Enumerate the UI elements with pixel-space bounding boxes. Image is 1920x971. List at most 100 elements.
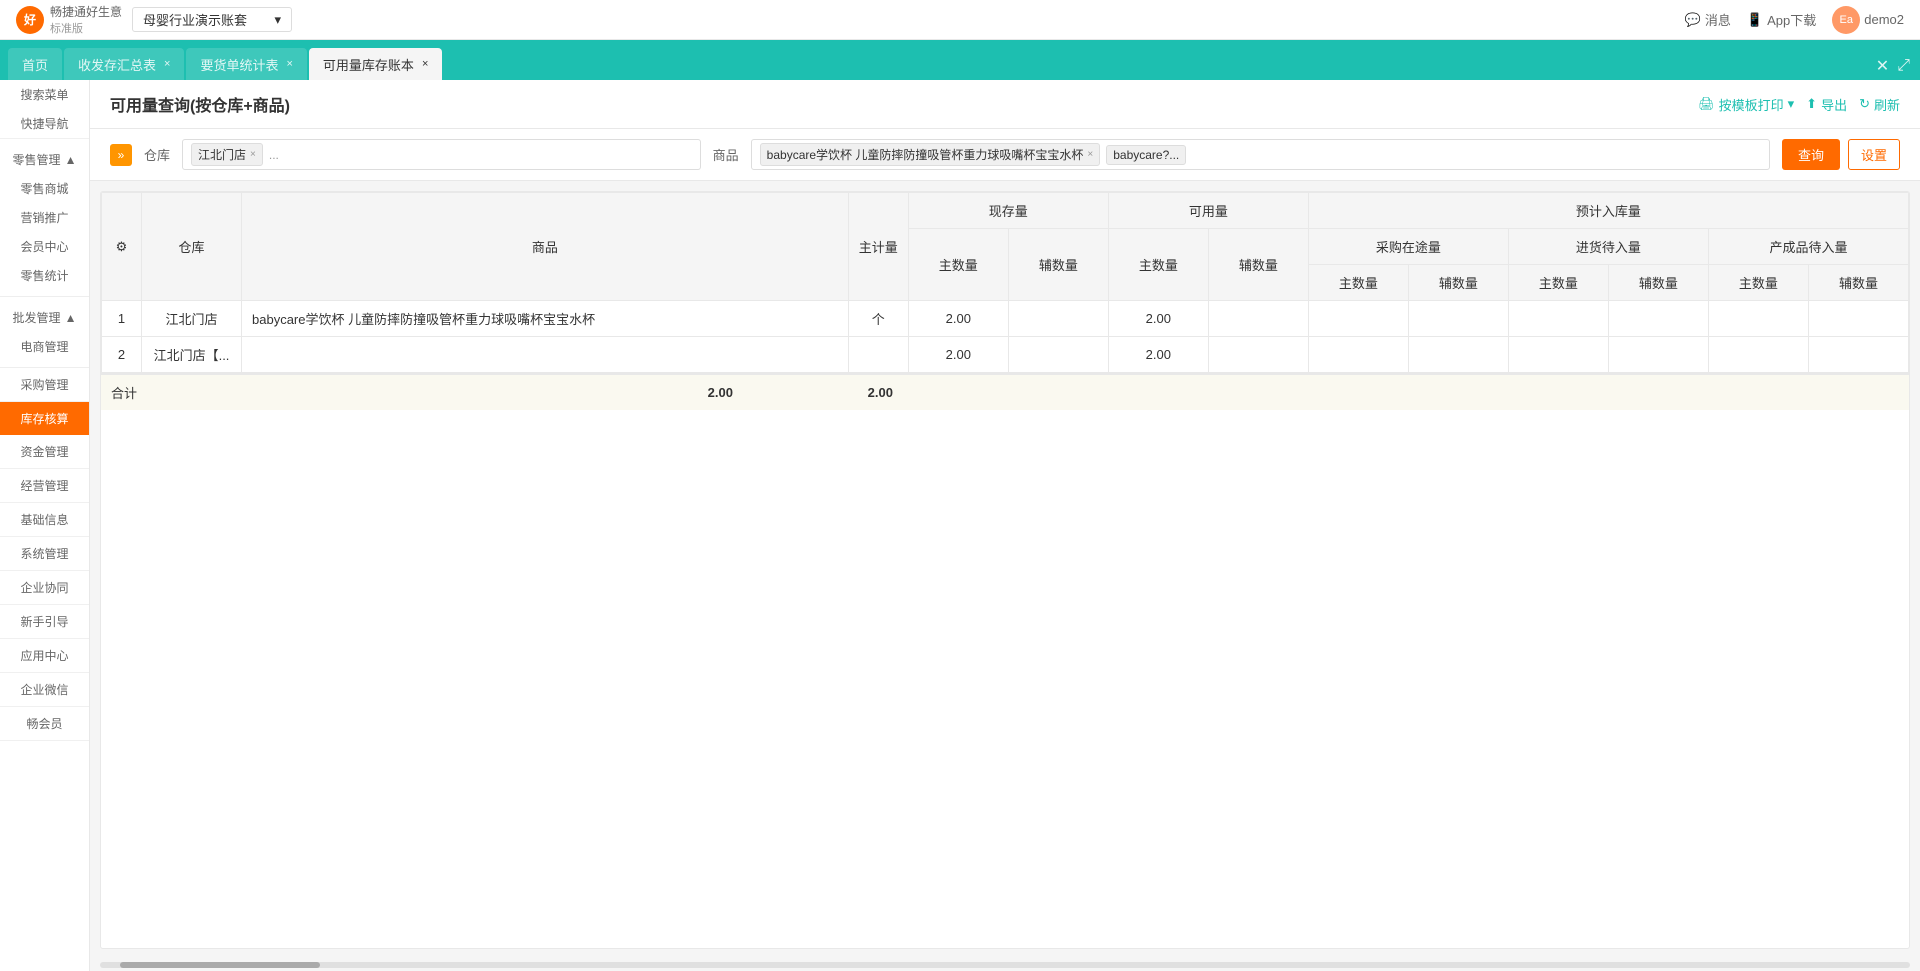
sidebar-item-marketing[interactable]: 营销推广 [0, 203, 89, 232]
tab-bar: 首页 收发存汇总表 × 要货单统计表 × 可用量库存账本 × ✕ ⤢ [0, 40, 1920, 80]
export-btn[interactable]: ⬆ 导出 [1806, 95, 1847, 114]
user-profile[interactable]: Ea demo2 [1832, 6, 1904, 34]
sidebar-item-ecommerce[interactable]: 电商管理 [0, 332, 89, 361]
template-print-btn[interactable]: 🖨 按模板打印 [1698, 95, 1794, 114]
cell-purchase-aux [1408, 301, 1508, 337]
tab-available-inventory[interactable]: 可用量库存账本 × [309, 48, 442, 80]
sidebar-item-retail[interactable]: 零售管理 ▲ [0, 145, 89, 174]
cell-purchase-main [1308, 301, 1408, 337]
cell-index: 2 [102, 337, 142, 373]
warehouse-tag-close[interactable]: × [250, 149, 256, 160]
tab-order-stats[interactable]: 要货单统计表 × [186, 48, 306, 80]
cell-goods-main [1508, 301, 1608, 337]
tab-available-inventory-close[interactable]: × [422, 58, 428, 70]
product-tag-1-text: babycare学饮杯 儿童防摔防撞吸管杯重力球吸嘴杯宝宝水杯 [767, 146, 1084, 163]
table-row: 1 江北门店 babycare学饮杯 儿童防摔防撞吸管杯重力球吸嘴杯宝宝水杯 个… [102, 301, 1909, 337]
message-label: 消息 [1705, 10, 1731, 29]
cell-index: 1 [102, 301, 142, 337]
tab-home[interactable]: 首页 [8, 48, 62, 80]
th-warehouse: 仓库 [142, 193, 242, 301]
product-tag-1-close[interactable]: × [1087, 149, 1093, 160]
th-available-main: 主数量 [1108, 229, 1208, 301]
logo-area: 好 畅捷通好生意 标准版 [16, 3, 122, 36]
sidebar-search-menu[interactable]: 搜索菜单 [0, 80, 89, 109]
product-tag-2: babycare?... [1106, 145, 1186, 165]
table-row: 2 江北门店【... 2.00 2.00 [102, 337, 1909, 373]
refresh-btn[interactable]: ↻ 刷新 [1859, 95, 1900, 114]
cell-available-main: 2.00 [1108, 301, 1208, 337]
tab-receive-summary[interactable]: 收发存汇总表 × [64, 48, 184, 80]
message-btn[interactable]: 💬 消息 [1685, 10, 1731, 29]
refresh-label: 刷新 [1874, 95, 1900, 114]
top-bar-left: 好 畅捷通好生意 标准版 母婴行业演示账套 [16, 3, 292, 36]
scroll-track[interactable] [100, 962, 1910, 968]
tab-order-stats-label: 要货单统计表 [200, 55, 278, 74]
sidebar-item-operations[interactable]: 经营管理 [0, 469, 89, 503]
tab-bar-close-icon[interactable]: ✕ [1876, 56, 1889, 76]
cell-stock-aux [1008, 301, 1108, 337]
print-chevron [1788, 96, 1795, 112]
expand-filter-btn[interactable]: » [110, 144, 132, 166]
scroll-thumb[interactable] [120, 962, 320, 968]
sidebar-item-retail-stats[interactable]: 零售统计 [0, 261, 89, 290]
query-button[interactable]: 查询 [1782, 139, 1840, 170]
sidebar-item-system[interactable]: 系统管理 [0, 537, 89, 571]
page-title: 可用量查询(按仓库+商品) [110, 92, 290, 116]
th-settings[interactable]: ⚙ [102, 193, 142, 301]
cell-finished-aux [1808, 337, 1908, 373]
warehouse-filter-label: 仓库 [144, 145, 170, 164]
logo-icon: 好 [16, 6, 44, 34]
table-area: ⚙ 仓库 商品 主计量 现存量 可用量 预计入库量 主数量 辅数量 主数量 辅数… [100, 191, 1910, 949]
page-header: 可用量查询(按仓库+商品) 🖨 按模板打印 ⬆ 导出 ↻ 刷新 [90, 80, 1920, 129]
sidebar-quick-nav[interactable]: 快捷导航 [0, 109, 89, 139]
sidebar-item-inventory[interactable]: 库存核算 [0, 402, 89, 435]
sidebar-item-member[interactable]: 会员中心 [0, 232, 89, 261]
setting-button[interactable]: 设置 [1848, 139, 1900, 170]
cell-goods-main [1508, 337, 1608, 373]
th-goods-main: 主数量 [1508, 265, 1608, 301]
chevron-icon: ▲ [65, 153, 77, 167]
sidebar-item-app-center[interactable]: 应用中心 [0, 639, 89, 673]
app-download-icon: 📱 [1747, 12, 1763, 28]
user-initials: Ea [1840, 14, 1853, 26]
tab-receive-summary-close[interactable]: × [164, 58, 170, 70]
th-purchase-in-transit: 采购在途量 [1308, 229, 1508, 265]
th-finished-pending: 产成品待入量 [1708, 229, 1908, 265]
sidebar-item-retail-mall[interactable]: 零售商城 [0, 174, 89, 203]
th-stock-group: 现存量 [908, 193, 1108, 229]
cell-stock-main: 2.00 [908, 337, 1008, 373]
main-layout: 搜索菜单 快捷导航 零售管理 ▲ 零售商城 营销推广 会员中心 零售统计 批发管… [0, 80, 1920, 971]
chevron-down-icon [274, 12, 281, 28]
inventory-table: ⚙ 仓库 商品 主计量 现存量 可用量 预计入库量 主数量 辅数量 主数量 辅数… [101, 192, 1909, 373]
footer-label: 合计 [111, 383, 191, 402]
tab-order-stats-close[interactable]: × [286, 58, 292, 70]
sidebar-item-vip[interactable]: 畅会员 [0, 707, 89, 741]
sidebar-item-purchase[interactable]: 采购管理 [0, 368, 89, 402]
warehouse-more[interactable]: ... [269, 148, 279, 162]
cell-purchase-main [1308, 337, 1408, 373]
template-tag: 标准版 [50, 20, 122, 36]
tab-bar-expand-icon[interactable]: ⤢ [1897, 57, 1910, 75]
sidebar-item-wholesale[interactable]: 批发管理 ▲ [0, 303, 89, 332]
export-icon: ⬆ [1806, 96, 1817, 112]
cell-finished-main [1708, 337, 1808, 373]
sidebar-item-finance[interactable]: 资金管理 [0, 435, 89, 469]
sidebar-item-new-guide[interactable]: 新手引导 [0, 605, 89, 639]
cell-available-main: 2.00 [1108, 337, 1208, 373]
sidebar-item-enterprise[interactable]: 企业协同 [0, 571, 89, 605]
sidebar-item-enterprise-wechat[interactable]: 企业微信 [0, 673, 89, 707]
top-bar-right: 💬 消息 📱 App下载 Ea demo2 [1685, 6, 1904, 34]
filter-actions: 查询 设置 [1782, 139, 1900, 170]
top-bar: 好 畅捷通好生意 标准版 母婴行业演示账套 💬 消息 📱 App下载 Ea de… [0, 0, 1920, 40]
cell-warehouse: 江北门店 [142, 301, 242, 337]
account-selector[interactable]: 母婴行业演示账套 [132, 7, 292, 32]
warehouse-filter-input[interactable]: 江北门店 × ... [182, 139, 701, 170]
th-stock-main: 主数量 [908, 229, 1008, 301]
cell-goods-aux [1608, 337, 1708, 373]
app-download-btn[interactable]: 📱 App下载 [1747, 10, 1816, 29]
cell-product [242, 337, 849, 373]
th-finished-main: 主数量 [1708, 265, 1808, 301]
product-filter-input[interactable]: babycare学饮杯 儿童防摔防撞吸管杯重力球吸嘴杯宝宝水杯 × babyca… [751, 139, 1770, 170]
user-name: demo2 [1864, 12, 1904, 27]
sidebar-item-basic-info[interactable]: 基础信息 [0, 503, 89, 537]
